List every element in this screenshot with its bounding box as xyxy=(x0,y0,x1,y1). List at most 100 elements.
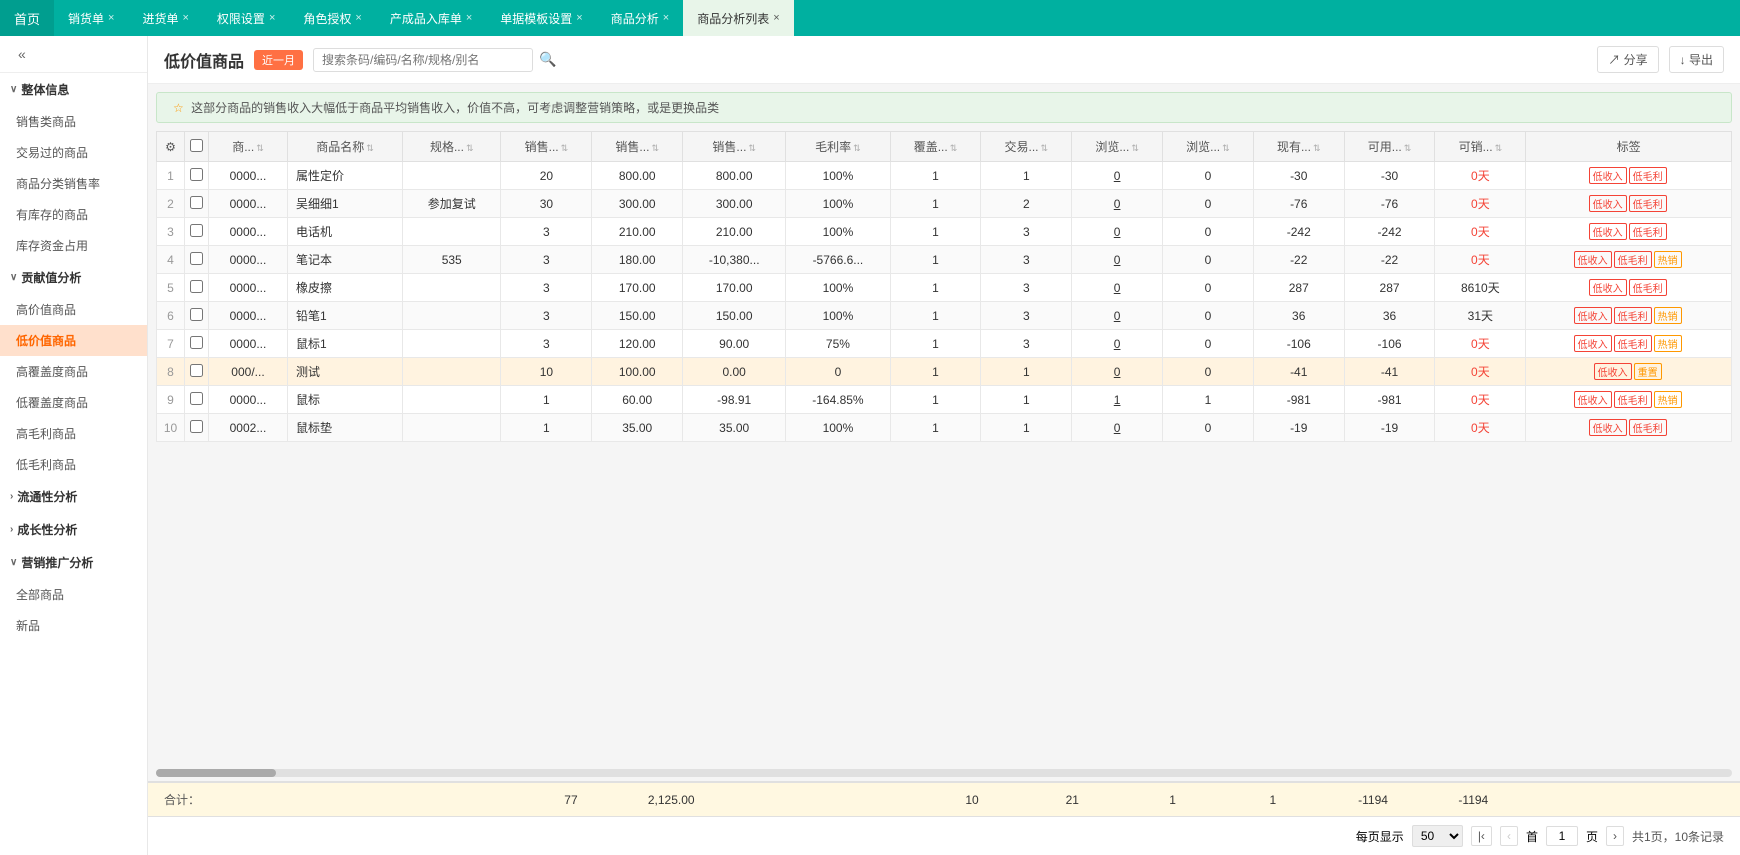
cell-checkbox[interactable] xyxy=(185,218,209,246)
nav-permission-settings[interactable]: 权限设置 × xyxy=(203,0,289,36)
close-role-auth-icon[interactable]: × xyxy=(355,12,361,24)
cell-checkbox[interactable] xyxy=(185,386,209,414)
sidebar-item-low-margin[interactable]: 低毛利商品 xyxy=(0,449,147,480)
th-spec[interactable]: 规格...⇅ xyxy=(402,132,501,162)
th-sales-amount[interactable]: 销售...⇅ xyxy=(683,132,786,162)
table-container[interactable]: ⚙ 商...⇅ 商品名称⇅ 规格...⇅ 销售...⇅ 销售...⇅ 销售...… xyxy=(148,131,1740,765)
nav-role-auth[interactable]: 角色授权 × xyxy=(289,0,375,36)
views1-link[interactable]: 0 xyxy=(1114,421,1121,435)
views1-link[interactable]: 0 xyxy=(1114,225,1121,239)
prev-page-btn[interactable]: ‹ xyxy=(1500,826,1518,846)
next-page-btn[interactable]: › xyxy=(1606,826,1624,846)
th-coverage[interactable]: 覆盖...⇅ xyxy=(890,132,981,162)
cell-checkbox[interactable] xyxy=(185,358,209,386)
scrollbar-thumb[interactable] xyxy=(156,769,276,777)
th-tags[interactable]: 标签 xyxy=(1526,132,1732,162)
sidebar-item-all-products[interactable]: 全部商品 xyxy=(0,579,147,610)
cell-views1[interactable]: 0 xyxy=(1072,218,1163,246)
sidebar-group-overall[interactable]: ∨ 整体信息 xyxy=(0,73,147,106)
th-transaction[interactable]: 交易...⇅ xyxy=(981,132,1072,162)
sidebar-item-stock-products[interactable]: 有库存的商品 xyxy=(0,199,147,230)
close-product-analysis-icon[interactable]: × xyxy=(663,12,669,24)
views1-link[interactable]: 0 xyxy=(1114,309,1121,323)
views1-link[interactable]: 0 xyxy=(1114,337,1121,351)
row-checkbox[interactable] xyxy=(190,252,203,265)
row-checkbox[interactable] xyxy=(190,196,203,209)
views1-link[interactable]: 1 xyxy=(1114,393,1121,407)
th-sales-qty[interactable]: 销售...⇅ xyxy=(501,132,592,162)
sidebar-group-growth[interactable]: › 成长性分析 xyxy=(0,513,147,546)
close-sales-order-icon[interactable]: × xyxy=(108,12,114,24)
th-saleable[interactable]: 可销...⇅ xyxy=(1435,132,1526,162)
sidebar-item-high-value[interactable]: 高价值商品 xyxy=(0,294,147,325)
cell-views1[interactable]: 0 xyxy=(1072,246,1163,274)
cell-checkbox[interactable] xyxy=(185,302,209,330)
page-input[interactable] xyxy=(1546,826,1578,846)
export-button[interactable]: ↓ 导出 xyxy=(1669,46,1724,73)
sidebar-item-stock-capital[interactable]: 库存资金占用 xyxy=(0,230,147,261)
views1-link[interactable]: 0 xyxy=(1114,197,1121,211)
views1-link[interactable]: 0 xyxy=(1114,365,1121,379)
th-views2[interactable]: 浏览...⇅ xyxy=(1163,132,1254,162)
row-checkbox[interactable] xyxy=(190,336,203,349)
cell-checkbox[interactable] xyxy=(185,274,209,302)
th-code[interactable]: 商...⇅ xyxy=(209,132,288,162)
nav-sales-order[interactable]: 销货单 × xyxy=(54,0,128,36)
cell-views1[interactable]: 0 xyxy=(1072,302,1163,330)
nav-product-analysis-list[interactable]: 商品分析列表 × xyxy=(683,0,793,36)
th-sales-price[interactable]: 销售...⇅ xyxy=(592,132,683,162)
nav-product-warehouse[interactable]: 产成品入库单 × xyxy=(376,0,486,36)
row-checkbox[interactable] xyxy=(190,420,203,433)
cell-views1[interactable]: 0 xyxy=(1072,358,1163,386)
cell-checkbox[interactable] xyxy=(185,162,209,190)
nav-template-settings[interactable]: 单据模板设置 × xyxy=(486,0,596,36)
search-input[interactable] xyxy=(313,48,533,72)
row-checkbox[interactable] xyxy=(190,308,203,321)
search-button[interactable]: 🔍 xyxy=(539,51,556,68)
sidebar-item-high-coverage[interactable]: 高覆盖度商品 xyxy=(0,356,147,387)
cell-checkbox[interactable] xyxy=(185,246,209,274)
first-page-btn[interactable]: |‹ xyxy=(1471,826,1492,846)
row-checkbox[interactable] xyxy=(190,224,203,237)
page-size-select[interactable]: 50 100 200 xyxy=(1412,825,1463,847)
views1-link[interactable]: 0 xyxy=(1114,281,1121,295)
close-product-warehouse-icon[interactable]: × xyxy=(466,12,472,24)
sidebar-item-traded-products[interactable]: 交易过的商品 xyxy=(0,137,147,168)
period-button[interactable]: 近一月 xyxy=(254,50,303,70)
th-name[interactable]: 商品名称⇅ xyxy=(287,132,402,162)
cell-views1[interactable]: 1 xyxy=(1072,386,1163,414)
close-permission-icon[interactable]: × xyxy=(269,12,275,24)
sidebar-item-sales-products[interactable]: 销售类商品 xyxy=(0,106,147,137)
sidebar-collapse-btn[interactable]: « xyxy=(8,42,36,66)
cell-views1[interactable]: 0 xyxy=(1072,274,1163,302)
close-template-icon[interactable]: × xyxy=(576,12,582,24)
sidebar-group-contribution[interactable]: ∨ 贡献值分析 xyxy=(0,261,147,294)
sidebar-item-low-coverage[interactable]: 低覆盖度商品 xyxy=(0,387,147,418)
cell-checkbox[interactable] xyxy=(185,414,209,442)
th-gear[interactable]: ⚙ xyxy=(157,132,185,162)
row-checkbox[interactable] xyxy=(190,280,203,293)
nav-home[interactable]: 首页 xyxy=(0,0,54,36)
sidebar-item-category-sales-rate[interactable]: 商品分类销售率 xyxy=(0,168,147,199)
nav-purchase-order[interactable]: 进货单 × xyxy=(128,0,202,36)
cell-checkbox[interactable] xyxy=(185,190,209,218)
views1-link[interactable]: 0 xyxy=(1114,169,1121,183)
close-product-analysis-list-icon[interactable]: × xyxy=(773,12,779,24)
sidebar-item-high-margin[interactable]: 高毛利商品 xyxy=(0,418,147,449)
horizontal-scrollbar[interactable] xyxy=(156,769,1732,777)
close-purchase-order-icon[interactable]: × xyxy=(182,12,188,24)
th-views1[interactable]: 浏览...⇅ xyxy=(1072,132,1163,162)
th-available[interactable]: 可用...⇅ xyxy=(1344,132,1435,162)
cell-checkbox[interactable] xyxy=(185,330,209,358)
cell-views1[interactable]: 0 xyxy=(1072,330,1163,358)
sidebar-item-new-products[interactable]: 新品 xyxy=(0,610,147,641)
cell-views1[interactable]: 0 xyxy=(1072,414,1163,442)
th-margin[interactable]: 毛利率⇅ xyxy=(786,132,890,162)
share-button[interactable]: ↗ 分享 xyxy=(1597,46,1658,73)
row-checkbox[interactable] xyxy=(190,168,203,181)
th-checkbox[interactable] xyxy=(185,132,209,162)
row-checkbox[interactable] xyxy=(190,364,203,377)
sidebar-item-low-value[interactable]: 低价值商品 xyxy=(0,325,147,356)
cell-views1[interactable]: 0 xyxy=(1072,162,1163,190)
cell-views1[interactable]: 0 xyxy=(1072,190,1163,218)
